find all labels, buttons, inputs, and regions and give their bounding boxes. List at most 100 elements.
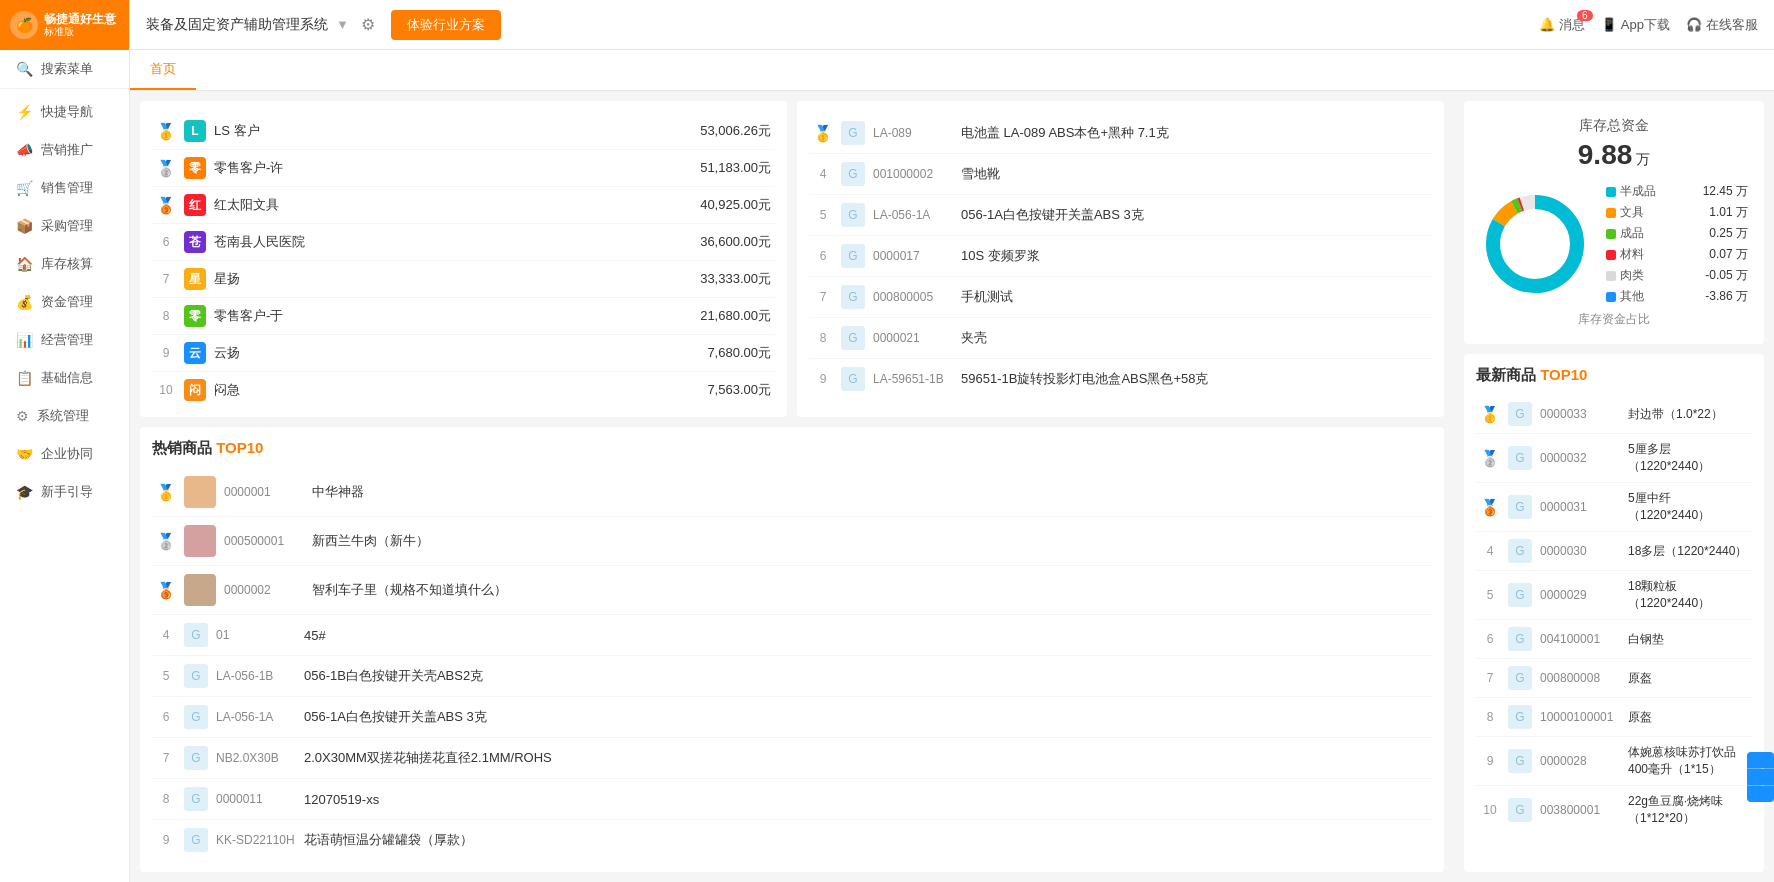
inventory-card: 库存总资金 9.88 万	[1464, 101, 1764, 344]
sidebar-item-guide[interactable]: 🎓 新手引导	[0, 473, 129, 511]
product-img-placeholder: G	[184, 705, 208, 729]
inventory-ratio-label: 库存资金占比	[1480, 311, 1748, 328]
product-name-hp6: 056-1A白色按键开关盖ABS 3克	[304, 708, 1428, 726]
hot-products-list: 🥇 0000001 中华神器 🥈 000500001 新西兰牛肉（新牛） 🥉	[152, 468, 1432, 860]
rank-medal-2: 🥈	[156, 159, 176, 178]
np-img-placeholder: G	[1508, 402, 1532, 426]
np-name-5: 18颗粒板（1220*2440）	[1628, 578, 1748, 612]
table-row: 🥇 G LA-089 电池盖 LA-089 ABS本色+黑种 7.1克	[809, 113, 1432, 154]
gear-icon[interactable]: ⚙	[361, 15, 375, 34]
product-code-p4: 0000017	[873, 249, 953, 263]
sidebar-item-finance[interactable]: 💰 资金管理	[0, 283, 129, 321]
table-row: 9 G LA-59651-1B 59651-1B旋转投影灯电池盒ABS黑色+58…	[809, 359, 1432, 399]
product-name-p6: 夹壳	[961, 329, 1428, 347]
customer-amount-8: 7,563.00元	[707, 381, 771, 399]
collab-icon: 🤝	[16, 446, 33, 462]
donut-chart	[1480, 189, 1590, 299]
table-row: 6 苍 苍南县人民医院 36,600.00元	[152, 224, 775, 261]
product-code-hp9: KK-SD22110H	[216, 833, 296, 847]
customer-amount-6: 21,680.00元	[700, 307, 771, 325]
customer-badge-5: 星	[184, 268, 206, 290]
sidebar-item-sales[interactable]: 🛒 销售管理	[0, 169, 129, 207]
system-icon: ⚙	[16, 408, 29, 424]
product-thumbnail	[184, 476, 216, 508]
new-products-list: 🥇 G 0000033 封边带（1.0*22） 🥈 G 0000032 5厘多层…	[1476, 395, 1752, 834]
table-row: 🥇 L LS 客户 53,006.26元	[152, 113, 775, 150]
inventory-amount: 9.88 万	[1480, 139, 1748, 171]
customer-amount-5: 33,333.00元	[700, 270, 771, 288]
customer-name-7: 云扬	[214, 344, 699, 362]
trial-button[interactable]: 体验行业方案	[391, 10, 501, 40]
customer-amount-1: 53,006.26元	[700, 122, 771, 140]
np-code-9: 0000028	[1540, 754, 1620, 768]
legend-dot	[1606, 208, 1616, 218]
rank-num-np4: 4	[1480, 544, 1500, 558]
product-name-hp5: 056-1B白色按键开关壳ABS2克	[304, 667, 1428, 685]
phone-icon: 📱	[1601, 17, 1617, 32]
notifications-button[interactable]: 🔔 消息 6	[1539, 16, 1585, 34]
product-img-placeholder: G	[841, 367, 865, 391]
legend-dot	[1606, 229, 1616, 239]
product-img-placeholder: G	[841, 285, 865, 309]
customer-name-1: LS 客户	[214, 122, 692, 140]
sales-icon: 🛒	[16, 180, 33, 196]
rank-medal-1: 🥇	[156, 122, 176, 141]
customer-amount-7: 7,680.00元	[707, 344, 771, 362]
inventory-title: 库存总资金	[1480, 117, 1748, 135]
purchase-icon: 📦	[16, 218, 33, 234]
sidebar-item-basic-info[interactable]: 📋 基础信息	[0, 359, 129, 397]
np-img-placeholder: G	[1508, 749, 1532, 773]
legend-item-other: 其他 -3.86 万	[1606, 288, 1748, 305]
livestream-button[interactable]: 直播	[1747, 786, 1774, 802]
finance-icon: 💰	[16, 294, 33, 310]
product-name-p3: 056-1A白色按键开关盖ABS 3克	[961, 206, 1428, 224]
hot-products-title: 热销商品 TOP10	[152, 439, 1432, 458]
float-panel: 客服热线 服务社区 直播	[1747, 752, 1774, 802]
sidebar-item-purchase[interactable]: 📦 采购管理	[0, 207, 129, 245]
table-row: 🥉 红 红太阳文具 40,925.00元	[152, 187, 775, 224]
rank-num-p3: 5	[813, 208, 833, 222]
product-name-hp4: 45#	[304, 628, 1428, 643]
sidebar-item-quick-nav[interactable]: ⚡ 快捷导航	[0, 93, 129, 131]
product-img-placeholder: G	[184, 623, 208, 647]
app-download-button[interactable]: 📱 App下载	[1601, 16, 1670, 34]
rank-num-6: 8	[156, 309, 176, 323]
list-item: 8 G 0000011 12070519-xs	[152, 779, 1432, 820]
sidebar-nav: ⚡ 快捷导航 📣 营销推广 🛒 销售管理 📦 采购管理 🏠 库存核算 💰 资金管…	[0, 89, 129, 882]
rank-num-p5: 7	[813, 290, 833, 304]
product-img-placeholder: G	[841, 203, 865, 227]
sidebar-item-system[interactable]: ⚙ 系统管理	[0, 397, 129, 435]
rank-num-hp9: 9	[156, 833, 176, 847]
product-code-hp5: LA-056-1B	[216, 669, 296, 683]
table-row: 🥈 零 零售客户-许 51,183.00元	[152, 150, 775, 187]
tab-home[interactable]: 首页	[130, 50, 196, 90]
sidebar-search[interactable]: 🔍 搜索菜单	[0, 50, 129, 89]
customer-badge-2: 零	[184, 157, 206, 179]
rank-medal-np1: 🥇	[1480, 405, 1500, 424]
service-community-button[interactable]: 服务社区	[1747, 769, 1774, 786]
list-item: 4 G 0000030 18多层（1220*2440）	[1476, 532, 1752, 571]
table-row: 9 云 云扬 7,680.00元	[152, 335, 775, 372]
product-name-hp1: 中华神器	[312, 483, 1428, 501]
dropdown-arrow-icon[interactable]: ▼	[336, 17, 349, 32]
main-area: 装备及固定资产辅助管理系统 ▼ ⚙ 体验行业方案 🔔 消息 6 📱 App下载 …	[130, 0, 1774, 882]
online-service-button[interactable]: 🎧 在线客服	[1686, 16, 1758, 34]
product-name-p5: 手机测试	[961, 288, 1428, 306]
sidebar-item-inventory[interactable]: 🏠 库存核算	[0, 245, 129, 283]
sidebar-item-operation[interactable]: 📊 经营管理	[0, 321, 129, 359]
sidebar-item-marketing[interactable]: 📣 营销推广	[0, 131, 129, 169]
legend-item-stationery: 文具 1.01 万	[1606, 204, 1748, 221]
product-img-placeholder: G	[184, 828, 208, 852]
customer-badge-7: 云	[184, 342, 206, 364]
donut-chart-area: 半成品 12.45 万 文具 1.01 万 成品 0.25 万	[1480, 183, 1748, 305]
np-img-placeholder: G	[1508, 495, 1532, 519]
customer-name-3: 红太阳文具	[214, 196, 692, 214]
product-code-p7: LA-59651-1B	[873, 372, 953, 386]
list-item: 🥈 000500001 新西兰牛肉（新牛）	[152, 517, 1432, 566]
rank-medal-hp1: 🥇	[156, 483, 176, 502]
rank-num-8: 10	[156, 383, 176, 397]
product-code-hp3: 0000002	[224, 583, 304, 597]
legend-item-finished: 成品 0.25 万	[1606, 225, 1748, 242]
sidebar-item-collab[interactable]: 🤝 企业协同	[0, 435, 129, 473]
customer-service-hotline-button[interactable]: 客服热线	[1747, 752, 1774, 769]
